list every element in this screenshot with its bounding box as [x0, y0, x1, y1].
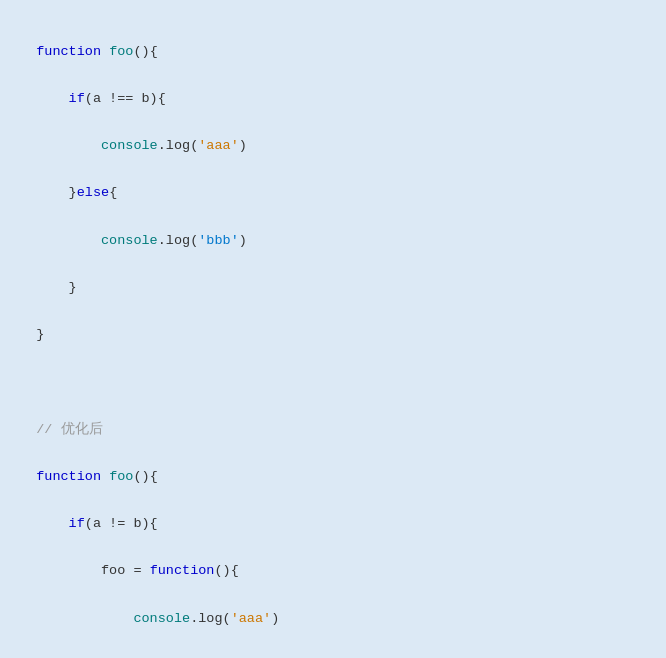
console-log-3: console — [133, 611, 190, 626]
string-aaa-1: 'aaa' — [198, 138, 239, 153]
console-log-1: console — [101, 138, 158, 153]
line-4: }else{ — [36, 185, 117, 200]
line-5: console.log('bbb') — [36, 233, 247, 248]
keyword-else-1: else — [77, 185, 109, 200]
keyword-if-2: if — [69, 516, 85, 531]
line-3: console.log('aaa') — [36, 138, 247, 153]
code-display: function foo(){ if(a !== b){ console.log… — [20, 16, 646, 658]
function-name-foo: foo — [109, 44, 133, 59]
line-comment: // 优化后 — [36, 422, 102, 437]
line-6: } — [36, 280, 77, 295]
line-1: function foo(){ — [36, 44, 158, 59]
keyword-if: if — [69, 91, 85, 106]
line-11: if(a != b){ — [36, 516, 158, 531]
comment-optimized: // 优化后 — [36, 422, 102, 437]
line-10: function foo(){ — [36, 469, 158, 484]
keyword-function-2: function — [36, 469, 101, 484]
line-7: } — [36, 327, 44, 342]
string-aaa-2: 'aaa' — [231, 611, 272, 626]
string-bbb-1: 'bbb' — [198, 233, 239, 248]
line-2: if(a !== b){ — [36, 91, 166, 106]
console-log-2: console — [101, 233, 158, 248]
function-name-foo-2: foo — [109, 469, 133, 484]
keyword-function: function — [36, 44, 101, 59]
line-13: console.log('aaa') — [36, 611, 279, 626]
keyword-function-3: function — [150, 563, 215, 578]
line-12: foo = function(){ — [36, 563, 239, 578]
